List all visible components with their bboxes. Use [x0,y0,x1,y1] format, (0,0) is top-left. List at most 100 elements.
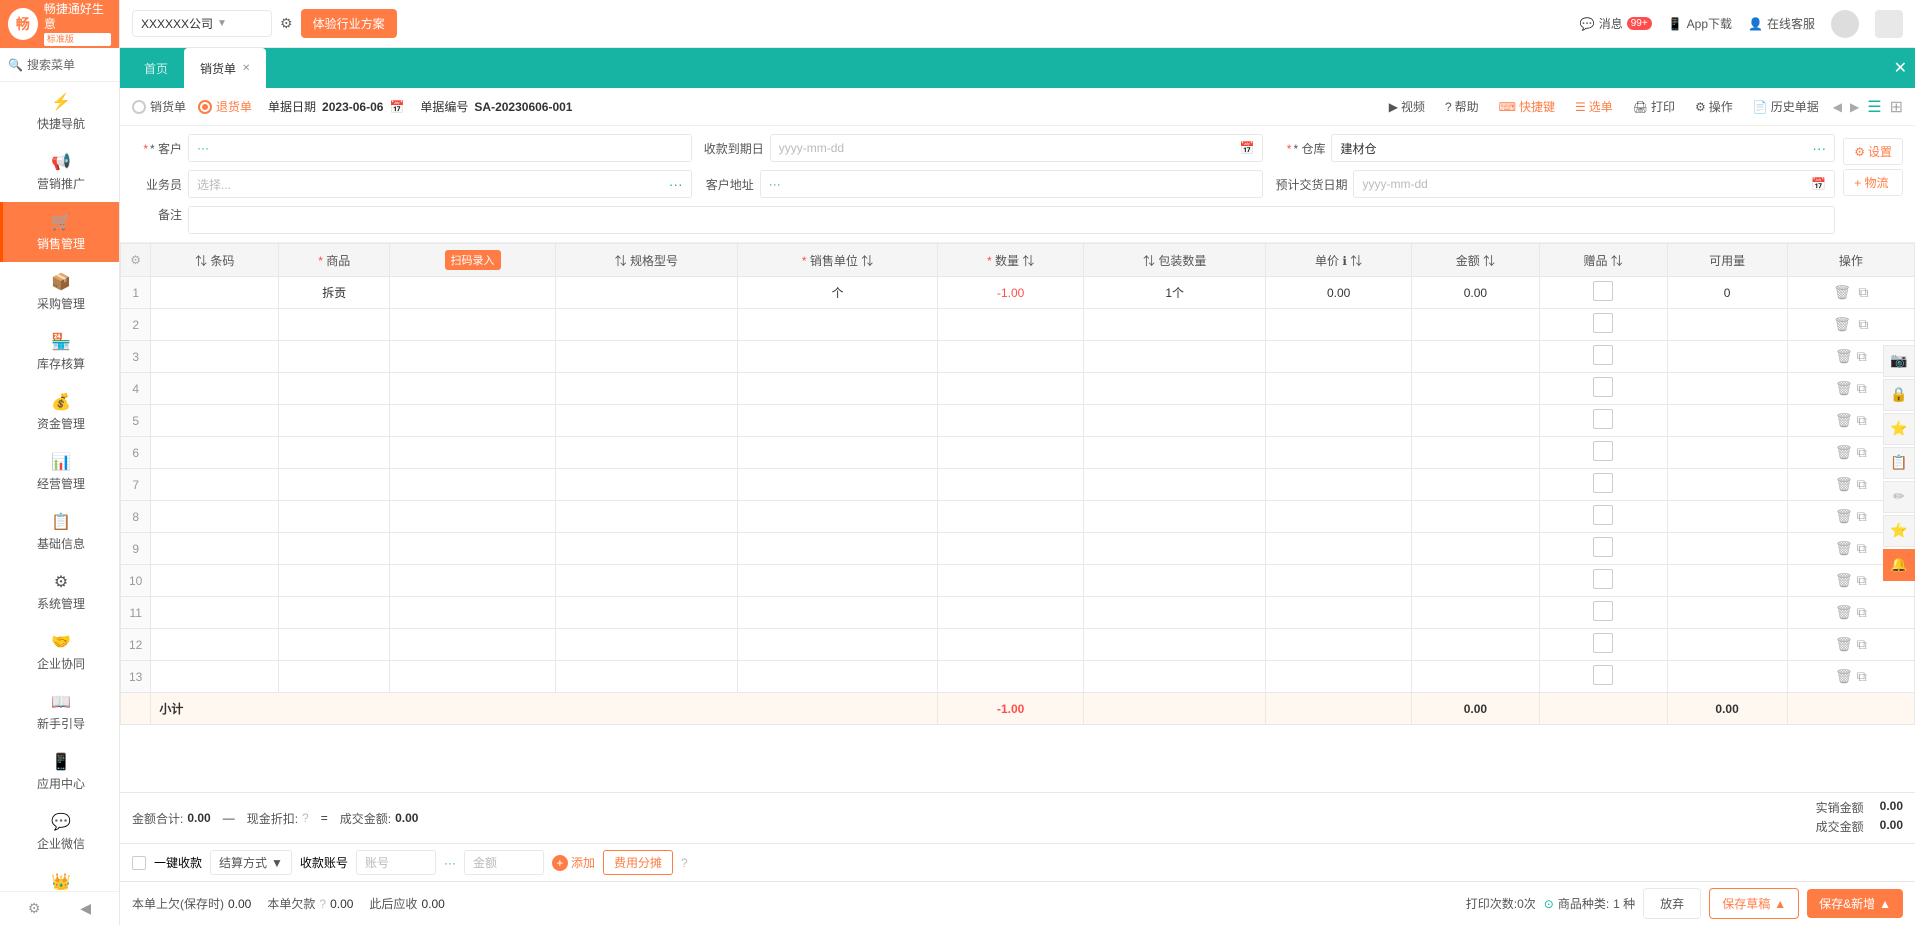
delete-btn[interactable]: 🗑 [1835,668,1853,684]
product-cell-2[interactable] [279,309,390,341]
discount-help-icon[interactable]: ? [302,811,309,825]
copy-btn[interactable]: ⧉ [1857,412,1867,428]
video-btn[interactable]: ▶ 视频 [1383,96,1431,117]
print-btn[interactable]: 🖨 打印 [1627,96,1681,117]
copy-btn[interactable]: ⧉ [1857,348,1867,364]
user-dropdown[interactable] [1875,10,1903,38]
gift-checkbox[interactable] [1593,537,1613,557]
sidebar-item-apps[interactable]: 📱 应用中心 [0,742,119,802]
amount-input[interactable]: 金额 [464,850,544,875]
qty-cell-1[interactable]: -1.00 [938,277,1084,309]
user-avatar[interactable] [1831,10,1859,38]
float-btn-1[interactable]: 📷 [1883,345,1915,377]
tabbar-close-btn[interactable]: ✕ [1894,58,1907,78]
history-btn[interactable]: 📄 历史单据 [1747,96,1825,117]
save-new-btn[interactable]: 保存&新增 ▲ [1807,889,1903,918]
setup-btn[interactable]: ⚙ 设置 [1843,138,1903,165]
view-list-icon[interactable]: ☰ [1867,97,1881,117]
app-download-btn[interactable]: 📱 App下载 [1668,15,1732,32]
delete-btn[interactable]: 🗑 [1835,444,1853,460]
gift-checkbox[interactable] [1593,665,1613,685]
delete-btn[interactable]: 🗑 [1835,636,1853,652]
calc-method-select[interactable]: 结算方式 ▼ [210,850,292,875]
float-btn-6[interactable]: ⭐ [1883,515,1915,547]
gift-checkbox-1[interactable] [1593,281,1613,301]
sidebar-item-management[interactable]: 📊 经营管理 [0,442,119,502]
copy-btn[interactable]: ⧉ [1857,444,1867,460]
tab-close-icon[interactable]: ✕ [242,63,250,74]
gift-checkbox[interactable] [1593,473,1613,493]
copy-btn[interactable]: ⧉ [1857,604,1867,620]
delete-btn[interactable]: 🗑 [1835,348,1853,364]
gift-checkbox[interactable] [1593,505,1613,525]
gift-cell-1[interactable] [1539,277,1667,309]
delete-btn[interactable]: 🗑 [1835,604,1853,620]
delete-btn[interactable]: 🗑 [1835,572,1853,588]
copy-btn[interactable]: ⧉ [1857,380,1867,396]
delete-btn[interactable]: 🗑 [1835,412,1853,428]
unit-cell-2[interactable] [737,309,937,341]
gift-checkbox[interactable] [1593,601,1613,621]
gift-checkbox[interactable] [1593,409,1613,429]
logistics-btn[interactable]: + 物流 [1843,169,1903,196]
copy-btn[interactable]: ⧉ [1857,540,1867,556]
online-service-btn[interactable]: 👤 在线客服 [1748,15,1815,32]
sidebar-item-quick-nav[interactable]: ⚡ 快捷导航 [0,82,119,142]
float-btn-4[interactable]: 📋 [1883,447,1915,479]
settings-footer-btn[interactable]: ⚙ [28,900,41,917]
message-btn[interactable]: 💬 消息 99+ [1580,15,1652,32]
sidebar-item-wechat[interactable]: 💬 企业微信 [0,802,119,862]
gift-cell-2[interactable] [1539,309,1667,341]
sidebar-item-marketing[interactable]: 📢 营销推广 [0,142,119,202]
delete-btn[interactable]: 🗑 [1835,508,1853,524]
float-btn-3[interactable]: ⭐ [1883,413,1915,445]
gift-checkbox[interactable] [1593,345,1613,365]
company-selector[interactable]: XXXXXX公司 ▼ [132,10,272,37]
sidebar-item-system[interactable]: ⚙ 系统管理 [0,562,119,622]
tab-sales-order[interactable]: 销货单 ✕ [184,48,266,88]
copy-btn[interactable]: ⧉ [1857,636,1867,652]
sidebar-item-finance[interactable]: 💰 资金管理 [0,382,119,442]
total-owe-help-icon[interactable]: ? [319,897,326,911]
dots-icon[interactable]: ··· [444,856,456,870]
qty-cell-2[interactable] [938,309,1084,341]
delete-btn[interactable]: 🗑 [1835,476,1853,492]
gift-checkbox[interactable] [1593,633,1613,653]
delivery-date-input[interactable]: yyyy-mm-dd 📅 [1353,170,1835,198]
barcode-cell-2[interactable] [151,309,279,341]
salesman-input[interactable]: 选择... ··· [188,170,692,198]
view-grid-icon[interactable]: ⊞ [1890,97,1903,117]
one-click-checkbox[interactable] [132,856,146,870]
topbar-settings-btn[interactable]: ⚙ [280,15,293,32]
account-input[interactable]: 账号 [356,850,436,875]
spec-cell-2[interactable] [555,309,737,341]
warehouse-input[interactable]: 建材仓 ··· [1331,134,1835,162]
copy-btn[interactable]: ⧉ [1857,476,1867,492]
delete-btn-1[interactable]: 🗑 [1833,284,1851,300]
price-cell-2[interactable] [1266,309,1412,341]
radio-sales-order[interactable]: 销货单 [132,98,186,115]
save-draft-btn[interactable]: 保存草稿 ▲ [1709,888,1799,919]
scan-btn[interactable]: 扫码录入 [445,250,501,270]
col-gear[interactable]: ⚙ [121,244,151,277]
discard-btn[interactable]: 放弃 [1643,888,1701,919]
gift-checkbox[interactable] [1593,441,1613,461]
nav-next-icon[interactable]: ▶ [1850,100,1859,114]
gift-checkbox[interactable] [1593,569,1613,589]
help-btn[interactable]: ? 帮助 [1439,96,1485,117]
sidebar-item-member[interactable]: 👑 畅会员 [0,862,119,891]
copy-btn[interactable]: ⧉ [1857,508,1867,524]
pkg-qty-cell-2[interactable] [1084,309,1266,341]
product-cell-1[interactable]: 拆贡 [279,277,390,309]
delete-btn[interactable]: 🗑 [1835,540,1853,556]
unit-cell-1[interactable]: 个 [737,277,937,309]
payment-help-icon[interactable]: ? [681,856,688,870]
radio-return-order[interactable]: 退货单 [198,98,252,115]
date-icon[interactable]: 📅 [389,100,404,114]
sidebar-item-enterprise[interactable]: 🤝 企业协同 [0,622,119,682]
nav-prev-icon[interactable]: ◀ [1833,100,1842,114]
sidebar-item-purchase[interactable]: 📦 采购管理 [0,262,119,322]
col-scan[interactable]: 扫码录入 [390,244,555,277]
sidebar-item-guide[interactable]: 📖 新手引导 [0,682,119,742]
copy-btn-1[interactable]: ⧉ [1858,284,1868,300]
